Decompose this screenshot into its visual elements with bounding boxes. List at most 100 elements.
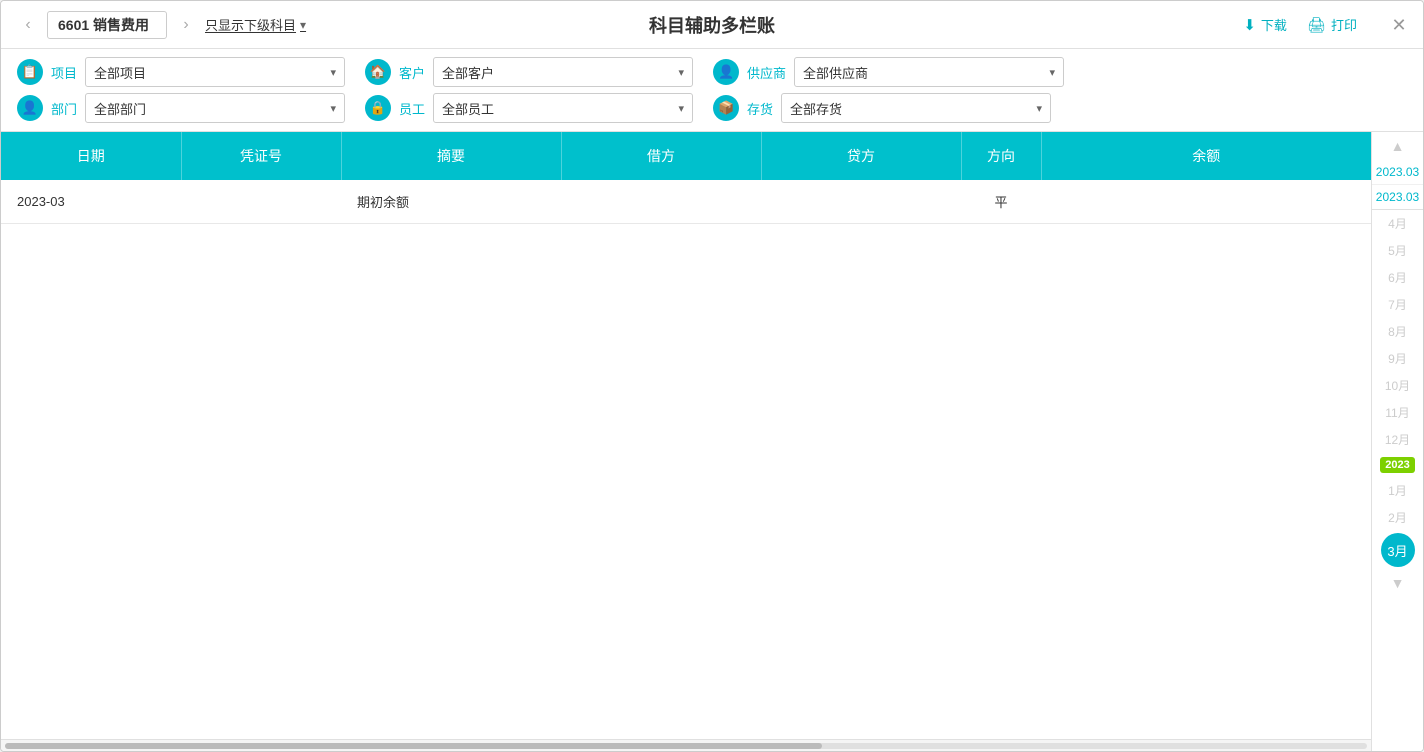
- download-label: 下载: [1261, 15, 1287, 34]
- filter-group-inventory: 📦 存货 全部存货 ▾: [713, 93, 1051, 123]
- month-4[interactable]: 4月: [1372, 210, 1423, 237]
- customer-value: 全部客户: [442, 63, 494, 82]
- timeline-down-button[interactable]: ▼: [1372, 569, 1423, 597]
- col-debit: 借方: [561, 132, 761, 180]
- dept-select[interactable]: 全部部门 ▾: [85, 93, 345, 123]
- year-badge: 2023: [1380, 457, 1414, 473]
- col-date: 日期: [1, 132, 181, 180]
- scrollbar-thumb[interactable]: [5, 743, 822, 749]
- project-arrow-icon: ▾: [330, 66, 336, 79]
- scrollbar-track[interactable]: [5, 743, 1367, 749]
- print-button[interactable]: 🖨 打印: [1307, 15, 1357, 34]
- supplier-label: 供应商: [747, 63, 786, 82]
- customer-icon: 🏠: [365, 59, 391, 85]
- month-6[interactable]: 6月: [1372, 264, 1423, 291]
- inventory-arrow-icon: ▾: [1037, 102, 1043, 115]
- col-voucher: 凭证号: [181, 132, 341, 180]
- month-3[interactable]: 3月: [1381, 533, 1415, 567]
- cell-date: 2023-03: [1, 180, 181, 224]
- supplier-value: 全部供应商: [803, 63, 868, 82]
- employee-value: 全部员工: [442, 99, 494, 118]
- filter-group-employee: 🔒 员工 全部员工 ▾: [365, 93, 693, 123]
- supplier-arrow-icon: ▾: [1050, 66, 1056, 79]
- download-button[interactable]: ⬇ 下载: [1243, 15, 1287, 34]
- chevron-down-icon: ▾: [300, 18, 306, 32]
- empty-area: [1, 224, 1371, 739]
- filter-link[interactable]: 只显示下级科目 ▾: [205, 15, 306, 34]
- account-code: 6601 销售费用: [47, 11, 167, 39]
- customer-select[interactable]: 全部客户 ▾: [433, 57, 693, 87]
- col-credit: 贷方: [761, 132, 961, 180]
- download-icon: ⬇: [1243, 16, 1256, 34]
- project-icon: 📋: [17, 59, 43, 85]
- supplier-select[interactable]: 全部供应商 ▾: [794, 57, 1064, 87]
- cell-summary: 期初余额: [341, 180, 561, 224]
- month-11[interactable]: 11月: [1372, 399, 1423, 426]
- title-bar-left: ‹ 6601 销售费用 › 只显示下级科目 ▾: [17, 11, 306, 39]
- next-account-button[interactable]: ›: [175, 14, 197, 36]
- month-10[interactable]: 10月: [1372, 372, 1423, 399]
- dept-icon: 👤: [17, 95, 43, 121]
- main-content: 日期 凭证号 摘要 借方 贷方 方向 余额 2023-03 期初余额: [1, 132, 1423, 751]
- month-12[interactable]: 12月: [1372, 426, 1423, 453]
- month-7[interactable]: 7月: [1372, 291, 1423, 318]
- cell-debit: [561, 180, 761, 224]
- month-9[interactable]: 9月: [1372, 345, 1423, 372]
- inventory-select[interactable]: 全部存货 ▾: [781, 93, 1051, 123]
- cell-balance: [1041, 180, 1371, 224]
- filter-row-1: 📋 项目 全部项目 ▾ 🏠 客户 全部客户 ▾ 👤 供应商: [17, 57, 1407, 87]
- employee-icon: 🔒: [365, 95, 391, 121]
- project-label: 项目: [51, 63, 77, 82]
- main-window: ✕ ‹ 6601 销售费用 › 只显示下级科目 ▾ 科目辅助多栏账 ⬇ 下载 🖨…: [0, 0, 1424, 752]
- period-1-label: 2023.03: [1376, 165, 1419, 179]
- customer-arrow-icon: ▾: [679, 66, 685, 79]
- col-summary: 摘要: [341, 132, 561, 180]
- employee-arrow-icon: ▾: [679, 102, 685, 115]
- project-value: 全部项目: [94, 63, 146, 82]
- dept-label: 部门: [51, 99, 77, 118]
- inventory-value: 全部存货: [790, 99, 842, 118]
- timeline: ▲ 2023.03 2023.03 4月 5月 6月 7月 8月 9月 10月 …: [1371, 132, 1423, 751]
- timeline-up-button[interactable]: ▲: [1372, 132, 1423, 160]
- period-row-1[interactable]: 2023.03: [1372, 160, 1423, 185]
- filter-bar: 📋 项目 全部项目 ▾ 🏠 客户 全部客户 ▾ 👤 供应商: [1, 49, 1423, 132]
- title-bar: ‹ 6601 销售费用 › 只显示下级科目 ▾ 科目辅助多栏账 ⬇ 下载 🖨 打…: [1, 1, 1423, 49]
- timeline-months: 4月 5月 6月 7月 8月 9月 10月 11月 12月 2023 1月 2月…: [1372, 210, 1423, 569]
- table-header-row: 日期 凭证号 摘要 借方 贷方 方向 余额: [1, 132, 1371, 180]
- table-area: 日期 凭证号 摘要 借方 贷方 方向 余额 2023-03 期初余额: [1, 132, 1371, 751]
- data-table: 日期 凭证号 摘要 借方 贷方 方向 余额 2023-03 期初余额: [1, 132, 1371, 224]
- close-button[interactable]: ✕: [1385, 11, 1413, 39]
- filter-group-project: 📋 项目 全部项目 ▾: [17, 57, 345, 87]
- month-5[interactable]: 5月: [1372, 237, 1423, 264]
- employee-select[interactable]: 全部员工 ▾: [433, 93, 693, 123]
- employee-label: 员工: [399, 99, 425, 118]
- horizontal-scrollbar[interactable]: [1, 739, 1371, 751]
- cell-direction: 平: [961, 180, 1041, 224]
- print-label: 打印: [1331, 15, 1357, 34]
- dept-arrow-icon: ▾: [330, 102, 336, 115]
- supplier-icon: 👤: [713, 59, 739, 85]
- cell-credit: [761, 180, 961, 224]
- cell-voucher: [181, 180, 341, 224]
- title-bar-right: ⬇ 下载 🖨 打印: [1243, 15, 1407, 34]
- print-icon: 🖨: [1307, 16, 1326, 34]
- table-row: 2023-03 期初余额 平: [1, 180, 1371, 224]
- prev-account-button[interactable]: ‹: [17, 14, 39, 36]
- inventory-label: 存货: [747, 99, 773, 118]
- month-1[interactable]: 1月: [1372, 477, 1423, 504]
- month-2[interactable]: 2月: [1372, 504, 1423, 531]
- filter-link-label: 只显示下级科目: [205, 15, 296, 34]
- page-title: 科目辅助多栏账: [649, 12, 775, 38]
- filter-group-dept: 👤 部门 全部部门 ▾: [17, 93, 345, 123]
- filter-group-supplier: 👤 供应商 全部供应商 ▾: [713, 57, 1064, 87]
- col-balance: 余额: [1041, 132, 1371, 180]
- project-select[interactable]: 全部项目 ▾: [85, 57, 345, 87]
- inventory-icon: 📦: [713, 95, 739, 121]
- col-direction: 方向: [961, 132, 1041, 180]
- top-periods: 2023.03 2023.03: [1372, 160, 1423, 210]
- filter-row-2: 👤 部门 全部部门 ▾ 🔒 员工 全部员工 ▾ 📦 存货: [17, 93, 1407, 123]
- period-2-label: 2023.03: [1376, 190, 1419, 204]
- dept-value: 全部部门: [94, 99, 146, 118]
- month-8[interactable]: 8月: [1372, 318, 1423, 345]
- period-row-2[interactable]: 2023.03: [1372, 185, 1423, 209]
